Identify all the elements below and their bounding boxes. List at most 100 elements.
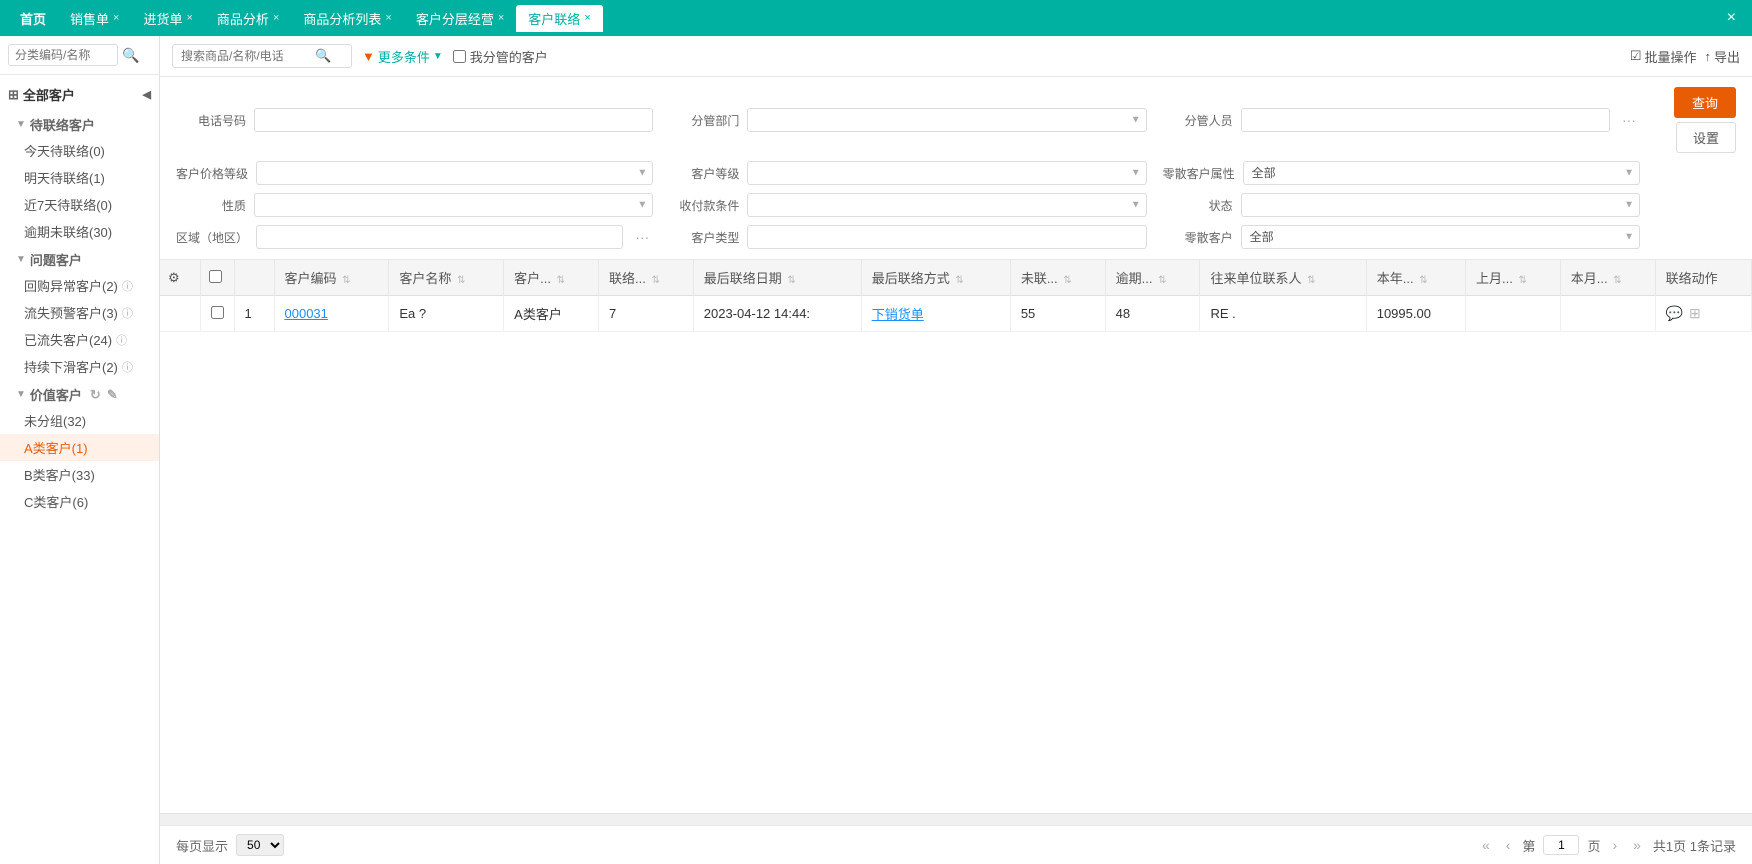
sidebar-churned[interactable]: 已流失客户(24) ⓘ bbox=[0, 326, 159, 353]
overdue-col-header[interactable]: 逾期... ⇅ bbox=[1105, 260, 1200, 296]
retail-cust-select[interactable]: 全部 bbox=[1241, 225, 1640, 249]
pending-contact-group: ▼ 待联络客户 bbox=[0, 110, 159, 137]
sidebar-search-icon[interactable]: 🔍 bbox=[122, 47, 139, 64]
close-tier-tab[interactable]: × bbox=[498, 12, 504, 24]
row-no-contact: 55 bbox=[1010, 296, 1105, 332]
page-input[interactable] bbox=[1543, 835, 1579, 855]
sidebar-overdue-contact[interactable]: 逾期未联络(30) bbox=[0, 218, 159, 245]
problem-customers-group: ▼ 问题客户 bbox=[0, 245, 159, 272]
staff-input[interactable] bbox=[1241, 108, 1610, 132]
row-code[interactable]: 000031 bbox=[274, 296, 389, 332]
prev-page-btn[interactable]: ‹ bbox=[1502, 837, 1515, 853]
sidebar-declining[interactable]: 持续下滑客户(2) ⓘ bbox=[0, 353, 159, 380]
export-btn[interactable]: ↑ 导出 bbox=[1704, 47, 1740, 66]
pending-arrow-icon: ▼ bbox=[16, 119, 26, 130]
sidebar-all-customers[interactable]: ⊞ 全部客户 ◀ bbox=[0, 79, 159, 110]
status-field: 状态 ▼ bbox=[1163, 193, 1640, 217]
nav-tab-purchase[interactable]: 进货单 × bbox=[131, 5, 204, 32]
batch-op-btn[interactable]: ☑ 批量操作 bbox=[1630, 47, 1697, 66]
nav-tab-goods-analysis-list[interactable]: 商品分析列表 × bbox=[291, 5, 403, 32]
refresh-icon[interactable]: ↻ bbox=[90, 387, 101, 403]
sidebar-ungroup[interactable]: 未分组(32) bbox=[0, 407, 159, 434]
last-month-col-header[interactable]: 上月... ⇅ bbox=[1465, 260, 1560, 296]
query-buttons: 查询 设置 bbox=[1656, 87, 1736, 153]
this-year-col-header[interactable]: 本年... ⇅ bbox=[1366, 260, 1465, 296]
close-all-icon[interactable]: × bbox=[1719, 5, 1744, 31]
chat-action-icon[interactable]: 💬 bbox=[1666, 305, 1683, 322]
status-select[interactable] bbox=[1241, 193, 1640, 217]
no-contact-col-header[interactable]: 未联... ⇅ bbox=[1010, 260, 1105, 296]
payment-select[interactable] bbox=[747, 193, 1146, 217]
contact-col-header[interactable]: 联络... ⇅ bbox=[598, 260, 693, 296]
code-col-header[interactable]: 客户编码 ⇅ bbox=[274, 260, 389, 296]
no-contact-sort-icon: ⇅ bbox=[1063, 275, 1071, 286]
row-last-way[interactable]: 下销货单 bbox=[861, 296, 1010, 332]
sidebar-a-class[interactable]: A类客户(1) bbox=[0, 434, 159, 461]
last-page-btn[interactable]: » bbox=[1629, 837, 1645, 853]
nav-tab-sales[interactable]: 销售单 × bbox=[58, 5, 131, 32]
price-select[interactable] bbox=[256, 161, 653, 185]
dept-select[interactable] bbox=[747, 108, 1146, 132]
filter-search-icon[interactable]: 🔍 bbox=[315, 48, 331, 64]
region-dots-btn[interactable]: ··· bbox=[631, 229, 653, 245]
last-date-col-header[interactable]: 最后联络日期 ⇅ bbox=[693, 260, 861, 296]
retail-attr-select[interactable]: 全部 bbox=[1243, 161, 1640, 185]
next-page-btn[interactable]: › bbox=[1608, 837, 1621, 853]
customer-type-input[interactable] bbox=[747, 225, 1146, 249]
close-purchase-tab[interactable]: × bbox=[186, 12, 192, 24]
sidebar-c-class[interactable]: C类客户(6) bbox=[0, 488, 159, 515]
region-input[interactable] bbox=[256, 225, 623, 249]
edit-icon[interactable]: ✎ bbox=[107, 387, 118, 403]
more-conditions-btn[interactable]: ▼ 更多条件 ▼ bbox=[362, 47, 443, 66]
unit-contact-col-header[interactable]: 往来单位联系人 ⇅ bbox=[1200, 260, 1366, 296]
close-goods-tab[interactable]: × bbox=[273, 12, 279, 24]
nav-tab-goods-analysis[interactable]: 商品分析 × bbox=[205, 5, 291, 32]
staff-dots-btn[interactable]: ··· bbox=[1618, 112, 1640, 128]
nature-select-wrap: ▼ bbox=[254, 193, 653, 217]
row-num: 1 bbox=[234, 296, 274, 332]
sidebar-today-contact[interactable]: 今天待联络(0) bbox=[0, 137, 159, 164]
row-type: A类客户 bbox=[504, 296, 599, 332]
sidebar-churn-warning[interactable]: 流失预警客户(3) ⓘ bbox=[0, 299, 159, 326]
last-way-col-header[interactable]: 最后联络方式 ⇅ bbox=[861, 260, 1010, 296]
level-select[interactable] bbox=[747, 161, 1146, 185]
qr-action-icon[interactable]: ⊞ bbox=[1689, 305, 1701, 322]
sidebar-abnormal-repurchase[interactable]: 回购异常客户(2) ⓘ bbox=[0, 272, 159, 299]
sidebar-week-contact[interactable]: 近7天待联络(0) bbox=[0, 191, 159, 218]
sidebar-b-class[interactable]: B类客户(33) bbox=[0, 461, 159, 488]
sidebar-search-area: 🔍 bbox=[0, 36, 159, 75]
type-col-header[interactable]: 客户... ⇅ bbox=[504, 260, 599, 296]
horizontal-scrollbar[interactable] bbox=[160, 813, 1752, 825]
page-size-select[interactable]: 50 bbox=[236, 834, 284, 856]
main-table-area: ⚙ 客户编码 ⇅ 客户名称 ⇅ bbox=[160, 260, 1752, 813]
nav-tab-customer-tier[interactable]: 客户分层经营 × bbox=[404, 5, 516, 32]
type-sort-icon: ⇅ bbox=[557, 275, 565, 286]
filter-search-input[interactable] bbox=[181, 49, 311, 63]
row-select-checkbox[interactable] bbox=[211, 306, 224, 319]
query-button[interactable]: 查询 bbox=[1674, 87, 1736, 118]
phone-input[interactable] bbox=[254, 108, 653, 132]
retail-attr-label: 零散客户属性 bbox=[1163, 165, 1235, 182]
nature-field: 性质 ▼ bbox=[176, 193, 653, 217]
first-page-btn[interactable]: « bbox=[1478, 837, 1494, 853]
close-contact-tab[interactable]: × bbox=[584, 12, 590, 24]
nav-home[interactable]: 首页 bbox=[8, 5, 58, 32]
my-customers-checkbox[interactable] bbox=[453, 50, 466, 63]
this-month-col-header[interactable]: 本月... ⇅ bbox=[1560, 260, 1655, 296]
row-actions: 💬 ⊞ bbox=[1655, 296, 1751, 332]
select-all-checkbox[interactable] bbox=[209, 270, 222, 283]
nav-tab-customer-contact[interactable]: 客户联络 × bbox=[516, 5, 602, 32]
retail-attr-field: 零散客户属性 全部 ▼ bbox=[1163, 161, 1640, 185]
sidebar-tomorrow-contact[interactable]: 明天待联络(1) bbox=[0, 164, 159, 191]
name-col-header[interactable]: 客户名称 ⇅ bbox=[389, 260, 504, 296]
close-sales-tab[interactable]: × bbox=[113, 12, 119, 24]
payment-select-wrap: ▼ bbox=[747, 193, 1146, 217]
close-goods-list-tab[interactable]: × bbox=[385, 12, 391, 24]
settings-col-header[interactable]: ⚙ bbox=[160, 260, 200, 296]
value-arrow-icon: ▼ bbox=[16, 389, 26, 400]
info-icon-3: ⓘ bbox=[122, 359, 133, 375]
nature-select[interactable] bbox=[254, 193, 653, 217]
phone-field: 电话号码 bbox=[176, 108, 653, 132]
setting-button[interactable]: 设置 bbox=[1676, 122, 1736, 153]
sidebar-search-input[interactable] bbox=[8, 44, 118, 66]
